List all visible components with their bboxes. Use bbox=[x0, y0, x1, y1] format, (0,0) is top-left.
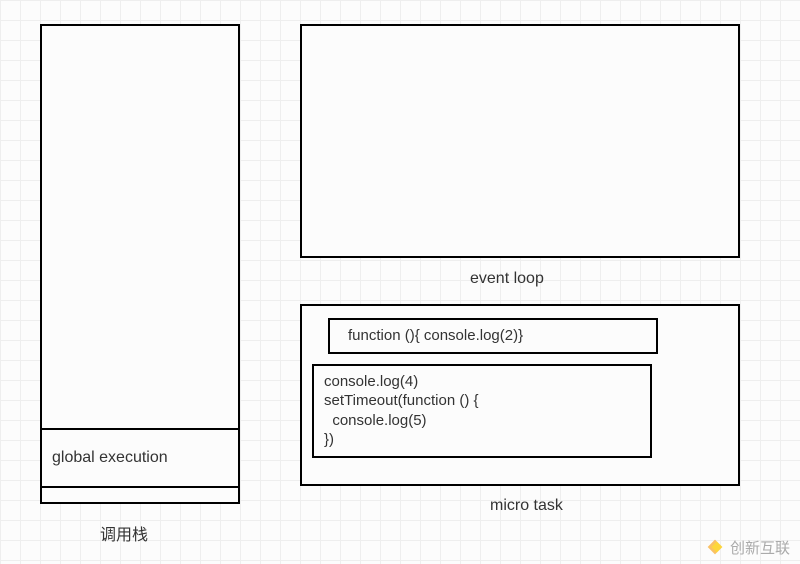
watermark-text: 创新互联 bbox=[730, 537, 790, 558]
microtask-item-2: console.log(4) setTimeout(function () { … bbox=[312, 364, 652, 458]
callstack-label: 调用栈 bbox=[100, 521, 148, 545]
microtask-label: micro task bbox=[490, 497, 563, 515]
watermark: 创新互联 bbox=[704, 536, 790, 558]
callstack-frame-global: global execution bbox=[40, 428, 240, 488]
frame-label-global: global execution bbox=[52, 449, 168, 467]
eventloop-label: event loop bbox=[470, 270, 544, 288]
watermark-icon bbox=[704, 536, 726, 558]
microtask-box: function (){ console.log(2)} console.log… bbox=[300, 304, 740, 486]
callstack-container: global execution bbox=[40, 24, 240, 504]
microtask-item-1: function (){ console.log(2)} bbox=[328, 318, 658, 354]
eventloop-box bbox=[300, 24, 740, 258]
